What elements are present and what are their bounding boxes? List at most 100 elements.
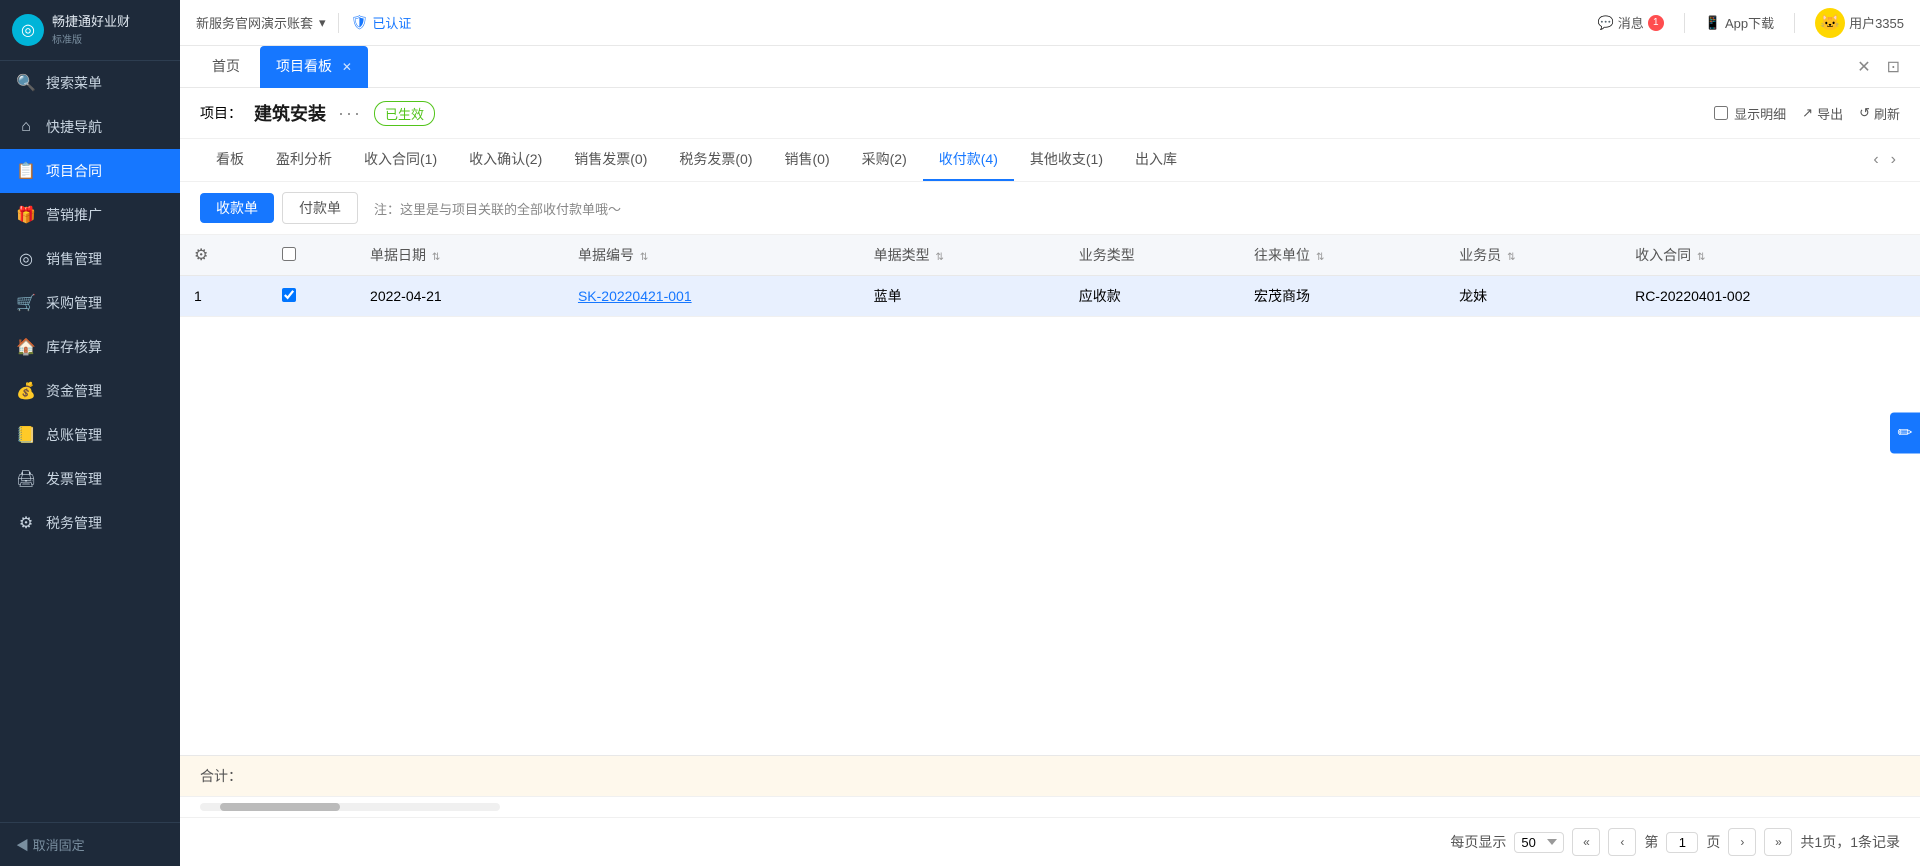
receipt-tab-btn[interactable]: 收款单 — [200, 193, 274, 223]
app-name: 畅捷通好业财 — [52, 14, 130, 31]
page-number-input[interactable] — [1666, 832, 1698, 853]
sidebar-unpin-btn[interactable]: ◀ 取消固定 — [0, 822, 180, 866]
cell-biz-type: 应收款 — [1065, 276, 1240, 317]
col-settings[interactable]: ⚙ — [180, 235, 268, 276]
col-date[interactable]: 单据日期 ⇅ — [356, 235, 564, 276]
tab-home-label: 首页 — [212, 58, 240, 74]
nav-prev-arrow[interactable]: ‹ — [1869, 151, 1882, 169]
sidebar-item-purchase-mgmt[interactable]: 🛒 采购管理 — [0, 281, 180, 325]
cell-partner: 宏茂商场 — [1240, 276, 1445, 317]
sub-nav-sales[interactable]: 销售(0) — [769, 139, 846, 181]
refresh-btn[interactable]: ↺ 刷新 — [1859, 104, 1900, 123]
sidebar-item-label: 项目合同 — [46, 161, 102, 181]
ledger-icon: 📒 — [16, 425, 36, 445]
nav-next-arrow[interactable]: › — [1887, 151, 1900, 169]
page-label: 第 — [1644, 832, 1658, 852]
sub-nav-purchase[interactable]: 采购(2) — [846, 139, 923, 181]
close-window-icon[interactable]: ✕ — [1853, 57, 1874, 77]
sidebar-item-invoice-mgmt[interactable]: 🖨 发票管理 — [0, 457, 180, 501]
col-type[interactable]: 单据类型 ⇅ — [860, 235, 1065, 276]
cell-salesperson: 龙妹 — [1445, 276, 1621, 317]
tab-project-board-label: 项目看板 — [276, 58, 332, 74]
col-partner[interactable]: 往来单位 ⇅ — [1240, 235, 1445, 276]
tab-close-icon[interactable]: ✕ — [342, 60, 352, 74]
first-page-btn[interactable]: « — [1572, 828, 1600, 856]
cell-date: 2022-04-21 — [356, 276, 564, 317]
workspace-selector[interactable]: 新服务官网演示账套 ▾ — [196, 13, 326, 32]
prev-page-btn[interactable]: ‹ — [1608, 828, 1636, 856]
col-checkbox — [268, 235, 356, 276]
show-detail-input[interactable] — [1714, 106, 1728, 120]
payment-tab-btn[interactable]: 付款单 — [282, 192, 358, 224]
horizontal-scrollbar[interactable] — [200, 803, 500, 811]
tab-project-board[interactable]: 项目看板 ✕ — [260, 46, 368, 88]
row-checkbox[interactable] — [282, 288, 296, 302]
sidebar-item-label: 快捷导航 — [46, 117, 102, 137]
topbar: 新服务官网演示账套 ▾ 🛡 已认证 💬 消息 1 📱 App下载 🐱 — [180, 0, 1920, 46]
col-income-contract[interactable]: 收入合同 ⇅ — [1621, 235, 1920, 276]
content-area: 项目： 建筑安装 ··· 已生效 显示明细 ↗ 导出 ↺ 刷新 — [180, 88, 1920, 866]
sort-icon5: ⇅ — [1507, 252, 1515, 263]
sidebar-item-inventory[interactable]: 🏠 库存核算 — [0, 325, 180, 369]
page-size-select[interactable]: 50 100 200 — [1514, 832, 1564, 853]
sidebar-item-search[interactable]: 🔍 搜索菜单 — [0, 61, 180, 105]
sort-icon: ⇅ — [432, 252, 440, 263]
sidebar-item-capital-mgmt[interactable]: 💰 资金管理 — [0, 369, 180, 413]
sub-nav-board[interactable]: 看板 — [200, 139, 260, 181]
scrollbar-thumb[interactable] — [220, 803, 340, 811]
divider3 — [1794, 13, 1795, 33]
float-action-btn[interactable]: ✏ — [1890, 413, 1920, 454]
sidebar-logo: ◎ 畅捷通好业财 标准版 — [0, 0, 180, 61]
app-download-btn[interactable]: 📱 App下载 — [1705, 13, 1774, 32]
tabbar: 首页 项目看板 ✕ ✕ ⊡ — [180, 46, 1920, 88]
sidebar-item-label: 发票管理 — [46, 469, 102, 489]
sidebar-scroll: 🔍 搜索菜单 ⌂ 快捷导航 📋 项目合同 🎁 营销推广 ◎ 销售管理 🛒 采购管… — [0, 61, 180, 822]
select-all-checkbox[interactable] — [282, 247, 296, 261]
next-page-btn[interactable]: › — [1728, 828, 1756, 856]
user-label: 用户3355 — [1849, 13, 1904, 32]
col-salesperson[interactable]: 业务员 ⇅ — [1445, 235, 1621, 276]
project-header: 项目： 建筑安装 ··· 已生效 显示明细 ↗ 导出 ↺ 刷新 — [180, 88, 1920, 139]
sidebar-item-project-contract[interactable]: 📋 项目合同 — [0, 149, 180, 193]
user-menu[interactable]: 🐱 用户3355 — [1815, 8, 1904, 38]
sub-nav-other-income[interactable]: 其他收支(1) — [1014, 139, 1119, 181]
page-size-label: 每页显示 — [1450, 832, 1506, 852]
sub-nav-in-out-warehouse[interactable]: 出入库 — [1119, 139, 1193, 181]
sub-nav-receipts[interactable]: 收付款(4) — [923, 139, 1014, 181]
settings-icon[interactable]: ⚙ — [194, 247, 208, 264]
sidebar-item-label: 营销推广 — [46, 205, 102, 225]
cell-number[interactable]: SK-20220421-001 — [564, 276, 860, 317]
sidebar-item-sales-mgmt[interactable]: ◎ 销售管理 — [0, 237, 180, 281]
project-more-btn[interactable]: ··· — [338, 103, 362, 124]
maximize-window-icon[interactable]: ⊡ — [1883, 57, 1904, 77]
app-logo-icon: ◎ — [12, 14, 44, 46]
message-btn[interactable]: 💬 消息 1 — [1598, 13, 1664, 32]
sort-icon2: ⇅ — [640, 252, 648, 263]
purchase-icon: 🛒 — [16, 293, 36, 313]
document-number-link[interactable]: SK-20220421-001 — [578, 288, 692, 304]
edit-icon: ✏ — [1897, 423, 1912, 444]
sub-nav-sales-invoice[interactable]: 销售发票(0) — [558, 139, 663, 181]
sidebar-item-quick-nav[interactable]: ⌂ 快捷导航 — [0, 105, 180, 149]
col-biz-type: 业务类型 — [1065, 235, 1240, 276]
app-badge: 标准版 — [52, 31, 130, 46]
last-page-btn[interactable]: » — [1764, 828, 1792, 856]
sub-nav-income-confirm[interactable]: 收入确认(2) — [453, 139, 558, 181]
divider — [338, 13, 339, 33]
home-icon: ⌂ — [16, 118, 36, 136]
tab-home[interactable]: 首页 — [196, 46, 256, 88]
sidebar-item-tax-mgmt[interactable]: ⚙ 税务管理 — [0, 501, 180, 545]
sidebar: ◎ 畅捷通好业财 标准版 🔍 搜索菜单 ⌂ 快捷导航 📋 项目合同 🎁 营销推广… — [0, 0, 180, 866]
certified-label: 已认证 — [372, 13, 411, 32]
col-number[interactable]: 单据编号 ⇅ — [564, 235, 860, 276]
table-row[interactable]: 1 2022-04-21 SK-20220421-001 蓝单 应收款 宏茂商场… — [180, 276, 1920, 317]
sidebar-item-marketing[interactable]: 🎁 营销推广 — [0, 193, 180, 237]
sub-nav-profit-analysis[interactable]: 盈利分析 — [260, 139, 348, 181]
sub-nav-tax-invoice[interactable]: 税务发票(0) — [663, 139, 768, 181]
export-btn[interactable]: ↗ 导出 — [1802, 104, 1843, 123]
show-detail-checkbox[interactable]: 显示明细 — [1714, 104, 1786, 123]
cell-checkbox[interactable] — [268, 276, 356, 317]
sub-nav-income-contract[interactable]: 收入合同(1) — [348, 139, 453, 181]
sidebar-item-ledger-mgmt[interactable]: 📒 总账管理 — [0, 413, 180, 457]
sidebar-item-label: 搜索菜单 — [46, 73, 102, 93]
